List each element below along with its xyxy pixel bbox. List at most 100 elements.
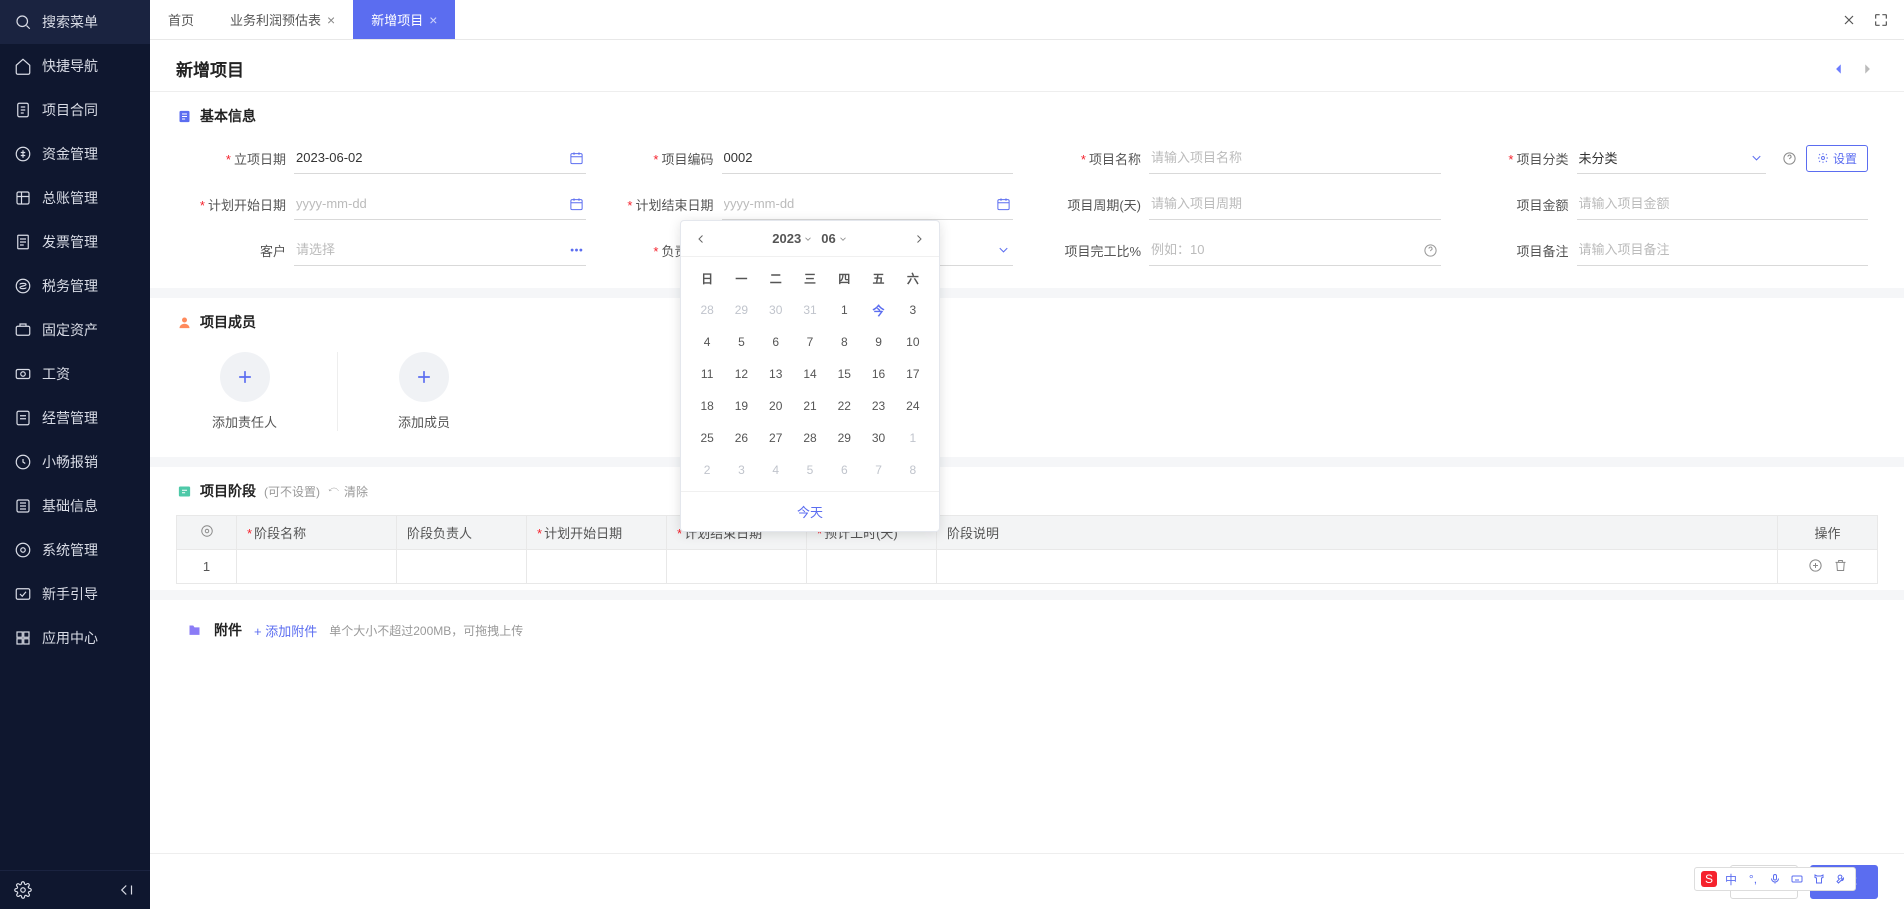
category-settings-button[interactable]: 设置 [1806,145,1868,172]
calendar-icon[interactable] [569,151,584,166]
dp-next-icon[interactable] [909,229,929,249]
sidebar-item-7[interactable]: 固定资产 [0,308,150,352]
dp-day[interactable]: 8 [897,455,929,485]
dp-day[interactable]: 23 [862,391,894,421]
sidebar-item-3[interactable]: 资金管理 [0,132,150,176]
dp-day[interactable]: 7 [794,327,826,357]
add-row-icon[interactable] [1808,558,1823,576]
tab-close-icon[interactable]: × [327,12,335,28]
ime-tool-icon[interactable] [1833,871,1849,887]
dp-year-select[interactable]: 2023 [772,231,813,246]
dp-day[interactable]: 4 [691,327,723,357]
table-row[interactable]: 1 [177,550,1878,584]
dp-day[interactable]: 28 [794,423,826,453]
ime-mic-icon[interactable] [1767,871,1783,887]
dp-day[interactable]: 12 [725,359,757,389]
ime-punct-icon[interactable]: °, [1745,871,1761,887]
dp-day[interactable]: 15 [828,359,860,389]
clear-phase-link[interactable]: 清除 [328,483,368,500]
fullscreen-icon[interactable] [1872,11,1890,29]
sidebar-item-14[interactable]: 应用中心 [0,616,150,660]
sidebar-item-8[interactable]: 工资 [0,352,150,396]
sidebar-item-1[interactable]: 快捷导航 [0,44,150,88]
dp-day[interactable]: 1 [897,423,929,453]
dp-day[interactable]: 13 [760,359,792,389]
dp-day[interactable]: 16 [862,359,894,389]
close-all-icon[interactable] [1840,11,1858,29]
dp-day[interactable]: 3 [897,295,929,325]
sidebar-item-12[interactable]: 系统管理 [0,528,150,572]
sidebar-item-2[interactable]: 项目合同 [0,88,150,132]
dp-day[interactable]: 5 [794,455,826,485]
ime-skin-icon[interactable] [1811,871,1827,887]
tab-1[interactable]: 业务利润预估表× [212,0,353,39]
ime-lang[interactable]: 中 [1723,871,1739,887]
dp-day[interactable]: 1 [828,295,860,325]
input-period[interactable] [1149,188,1441,220]
sidebar-item-13[interactable]: 新手引导 [0,572,150,616]
delete-row-icon[interactable] [1833,558,1848,576]
dp-day[interactable]: 28 [691,295,723,325]
dp-day[interactable]: 2 [691,455,723,485]
dp-day[interactable]: 27 [760,423,792,453]
dp-day[interactable]: 6 [760,327,792,357]
dp-day[interactable]: 20 [760,391,792,421]
tab-0[interactable]: 首页 [150,0,212,39]
add-attachment-link[interactable]: + 添加附件 [254,621,317,640]
sidebar-item-0[interactable]: 搜索菜单 [0,0,150,44]
dp-day[interactable]: 17 [897,359,929,389]
dp-day[interactable]: 30 [760,295,792,325]
dp-prev-icon[interactable] [691,229,711,249]
input-category[interactable] [1577,142,1766,174]
sidebar-item-10[interactable]: 小畅报销 [0,440,150,484]
chevron-down-icon[interactable] [1749,151,1764,166]
dp-day[interactable]: 31 [794,295,826,325]
input-code[interactable] [722,142,1014,174]
help-icon[interactable] [1782,150,1798,166]
sidebar-item-6[interactable]: 税务管理 [0,264,150,308]
sidebar-item-5[interactable]: 发票管理 [0,220,150,264]
dp-day[interactable]: 8 [828,327,860,357]
dp-day[interactable]: 今 [862,295,894,325]
dp-day[interactable]: 21 [794,391,826,421]
settings-icon[interactable] [14,881,32,899]
dp-day[interactable]: 29 [828,423,860,453]
dp-today-button[interactable]: 今天 [681,491,939,531]
help-icon[interactable] [1423,242,1439,258]
dp-day[interactable]: 24 [897,391,929,421]
input-amount[interactable] [1577,188,1869,220]
dp-day[interactable]: 3 [725,455,757,485]
dp-day[interactable]: 5 [725,327,757,357]
prev-record-icon[interactable] [1828,58,1850,80]
sidebar-item-11[interactable]: 基础信息 [0,484,150,528]
dp-day[interactable]: 29 [725,295,757,325]
input-customer[interactable] [294,234,586,266]
dp-day[interactable]: 10 [897,327,929,357]
sidebar-item-4[interactable]: 总账管理 [0,176,150,220]
dp-month-select[interactable]: 06 [821,231,847,246]
dp-day[interactable]: 18 [691,391,723,421]
dp-day[interactable]: 9 [862,327,894,357]
ime-keyboard-icon[interactable] [1789,871,1805,887]
calendar-icon[interactable] [996,197,1011,212]
dp-day[interactable]: 22 [828,391,860,421]
dp-day[interactable]: 26 [725,423,757,453]
input-remark[interactable] [1577,234,1869,266]
dp-day[interactable]: 25 [691,423,723,453]
tab-2[interactable]: 新增项目× [353,0,455,39]
next-record-icon[interactable] [1856,58,1878,80]
dp-day[interactable]: 4 [760,455,792,485]
dp-day[interactable]: 14 [794,359,826,389]
dp-day[interactable]: 6 [828,455,860,485]
collapse-icon[interactable] [118,881,136,899]
dp-day[interactable]: 7 [862,455,894,485]
dp-day[interactable]: 30 [862,423,894,453]
input-planend[interactable] [722,188,1014,220]
add-owner-button[interactable] [220,352,270,402]
input-completion[interactable] [1149,234,1441,266]
tab-close-icon[interactable]: × [429,12,437,28]
sidebar-item-9[interactable]: 经营管理 [0,396,150,440]
add-member-button[interactable] [399,352,449,402]
dp-day[interactable]: 19 [725,391,757,421]
more-icon[interactable] [569,243,584,258]
